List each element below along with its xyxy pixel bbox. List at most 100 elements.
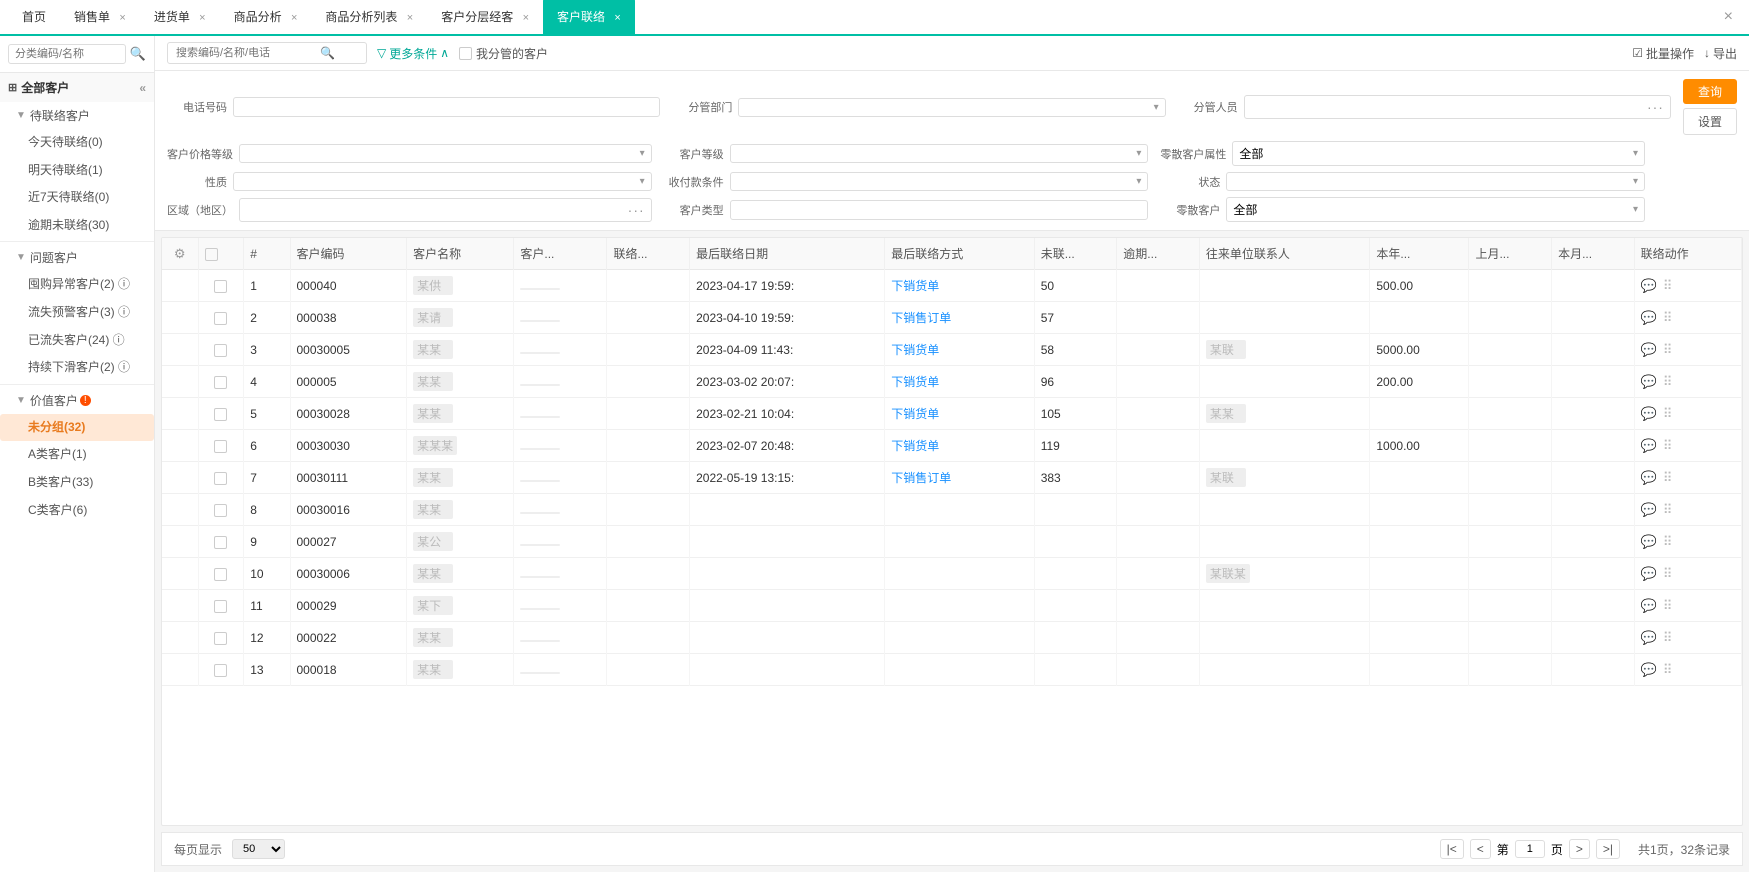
grid-action-icon[interactable]: ⠿ bbox=[1663, 534, 1673, 550]
last-method-link[interactable]: 下销售订单 bbox=[891, 471, 951, 485]
tab-purchase-close[interactable]: × bbox=[199, 12, 205, 24]
prev-page-button[interactable]: < bbox=[1470, 839, 1491, 859]
sidebar-item-today[interactable]: 今天待联络(0) bbox=[0, 129, 154, 157]
current-page-input[interactable] bbox=[1515, 840, 1545, 858]
grid-action-icon[interactable]: ⠿ bbox=[1663, 566, 1673, 582]
cell-checkbox[interactable] bbox=[198, 334, 244, 366]
chat-icon[interactable]: 💬 bbox=[1641, 630, 1657, 646]
last-method-link[interactable]: 下销货单 bbox=[891, 375, 939, 389]
sidebar-item-overdue[interactable]: 逾期未联络(30) bbox=[0, 212, 154, 240]
sidebar-item-declining[interactable]: 持续下滑客户(2) ⓘ bbox=[0, 354, 154, 382]
filter-manager-select[interactable]: ··· bbox=[1244, 95, 1671, 119]
sidebar-item-ungrouped[interactable]: 未分组(32) bbox=[0, 414, 154, 442]
cell-checkbox[interactable] bbox=[198, 654, 244, 686]
col-unit-contact[interactable]: 往来单位联系人 bbox=[1199, 238, 1369, 270]
col-checkbox[interactable] bbox=[198, 238, 244, 270]
tab-home[interactable]: 首页 bbox=[8, 0, 60, 35]
cell-checkbox[interactable] bbox=[198, 430, 244, 462]
cell-checkbox[interactable] bbox=[198, 558, 244, 590]
sidebar-item-classC[interactable]: C类客户(6) bbox=[0, 497, 154, 525]
grid-action-icon[interactable]: ⠿ bbox=[1663, 502, 1673, 518]
filter-customer-level-select[interactable]: ▾ bbox=[730, 144, 1149, 163]
sidebar-group-value[interactable]: ▼ 价值客户 ! bbox=[0, 387, 154, 414]
row-checkbox[interactable] bbox=[214, 440, 227, 453]
col-contact[interactable]: 联络... bbox=[607, 238, 690, 270]
grid-action-icon[interactable]: ⠿ bbox=[1663, 598, 1673, 614]
row-checkbox[interactable] bbox=[214, 344, 227, 357]
next-page-button[interactable]: > bbox=[1569, 839, 1590, 859]
chat-icon[interactable]: 💬 bbox=[1641, 598, 1657, 614]
tab-product-analysis-close[interactable]: × bbox=[291, 12, 297, 24]
filter-price-level-select[interactable]: ▾ bbox=[239, 144, 652, 163]
sidebar-item-lost[interactable]: 已流失客户(24) ⓘ bbox=[0, 327, 154, 355]
first-page-button[interactable]: |< bbox=[1440, 839, 1464, 859]
tab-sales-close[interactable]: × bbox=[119, 12, 125, 24]
tab-customer-contact-close[interactable]: × bbox=[614, 12, 620, 24]
main-search-input[interactable] bbox=[176, 47, 316, 59]
grid-action-icon[interactable]: ⠿ bbox=[1663, 470, 1673, 486]
filter-dept-select[interactable]: ▾ bbox=[738, 98, 1165, 117]
cell-checkbox[interactable] bbox=[198, 590, 244, 622]
grid-action-icon[interactable]: ⠿ bbox=[1663, 342, 1673, 358]
filter-nature-select[interactable]: ▾ bbox=[233, 172, 652, 191]
filter-customer-type-input[interactable] bbox=[730, 200, 1149, 220]
dotted-icon-2[interactable]: ··· bbox=[628, 202, 645, 218]
row-checkbox[interactable] bbox=[214, 632, 227, 645]
cell-last-method[interactable]: 下销售订单 bbox=[885, 462, 1034, 494]
chat-icon[interactable]: 💬 bbox=[1641, 662, 1657, 678]
tab-sales[interactable]: 销售单 × bbox=[60, 0, 140, 35]
page-size-select[interactable]: 50 20 100 bbox=[232, 839, 285, 859]
settings-icon[interactable]: ⚙ bbox=[174, 246, 186, 261]
last-method-link[interactable]: 下销货单 bbox=[891, 279, 939, 293]
my-customers-checkbox-input[interactable] bbox=[459, 47, 472, 60]
tab-purchase[interactable]: 进货单 × bbox=[140, 0, 220, 35]
cell-checkbox[interactable] bbox=[198, 526, 244, 558]
col-no-contact[interactable]: 未联... bbox=[1034, 238, 1117, 270]
sidebar-search-icon[interactable]: 🔍 bbox=[130, 46, 146, 62]
row-checkbox[interactable] bbox=[214, 280, 227, 293]
chat-icon[interactable]: 💬 bbox=[1641, 502, 1657, 518]
col-this-year[interactable]: 本年... bbox=[1370, 238, 1469, 270]
grid-action-icon[interactable]: ⠿ bbox=[1663, 374, 1673, 390]
col-code[interactable]: 客户编码 bbox=[290, 238, 407, 270]
tab-product-analysis-list[interactable]: 商品分析列表 × bbox=[311, 0, 427, 35]
row-checkbox[interactable] bbox=[214, 504, 227, 517]
col-last-date[interactable]: 最后联络日期 bbox=[690, 238, 885, 270]
cell-last-method[interactable]: 下销货单 bbox=[885, 270, 1034, 302]
chat-icon[interactable]: 💬 bbox=[1641, 374, 1657, 390]
my-customers-checkbox[interactable]: 我分管的客户 bbox=[459, 45, 548, 62]
query-button[interactable]: 查询 bbox=[1683, 79, 1737, 104]
chat-icon[interactable]: 💬 bbox=[1641, 342, 1657, 358]
row-checkbox[interactable] bbox=[214, 600, 227, 613]
filter-scatter-attr-select[interactable]: 全部 ▾ bbox=[1232, 141, 1645, 166]
col-last-method[interactable]: 最后联络方式 bbox=[885, 238, 1034, 270]
col-overdue[interactable]: 逾期... bbox=[1117, 238, 1200, 270]
row-checkbox[interactable] bbox=[214, 376, 227, 389]
reset-button[interactable]: 设置 bbox=[1683, 108, 1737, 135]
grid-action-icon[interactable]: ⠿ bbox=[1663, 278, 1673, 294]
row-checkbox[interactable] bbox=[214, 536, 227, 549]
main-search-icon[interactable]: 🔍 bbox=[320, 46, 335, 60]
batch-ops-button[interactable]: ☑ 批量操作 bbox=[1632, 45, 1694, 62]
filter-status-select[interactable]: ▾ bbox=[1226, 172, 1645, 191]
grid-action-icon[interactable]: ⠿ bbox=[1663, 630, 1673, 646]
last-method-link[interactable]: 下销货单 bbox=[891, 439, 939, 453]
filter-phone-input[interactable] bbox=[233, 97, 660, 117]
cell-last-method[interactable]: 下销货单 bbox=[885, 366, 1034, 398]
main-search-box[interactable]: 🔍 bbox=[167, 42, 367, 64]
cell-checkbox[interactable] bbox=[198, 622, 244, 654]
sidebar-item-week[interactable]: 近7天待联络(0) bbox=[0, 184, 154, 212]
chat-icon[interactable]: 💬 bbox=[1641, 406, 1657, 422]
row-checkbox[interactable] bbox=[214, 408, 227, 421]
cell-checkbox[interactable] bbox=[198, 366, 244, 398]
cell-checkbox[interactable] bbox=[198, 462, 244, 494]
cell-last-method[interactable]: 下销售订单 bbox=[885, 302, 1034, 334]
col-last-month[interactable]: 上月... bbox=[1469, 238, 1552, 270]
chat-icon[interactable]: 💬 bbox=[1641, 310, 1657, 326]
cell-last-method[interactable]: 下销货单 bbox=[885, 334, 1034, 366]
grid-action-icon[interactable]: ⠿ bbox=[1663, 662, 1673, 678]
sidebar-search-input[interactable] bbox=[8, 44, 126, 64]
export-button[interactable]: ↓ 导出 bbox=[1704, 45, 1737, 62]
collapse-icon[interactable]: « bbox=[139, 81, 146, 95]
tab-customer-segment-close[interactable]: × bbox=[523, 12, 529, 24]
